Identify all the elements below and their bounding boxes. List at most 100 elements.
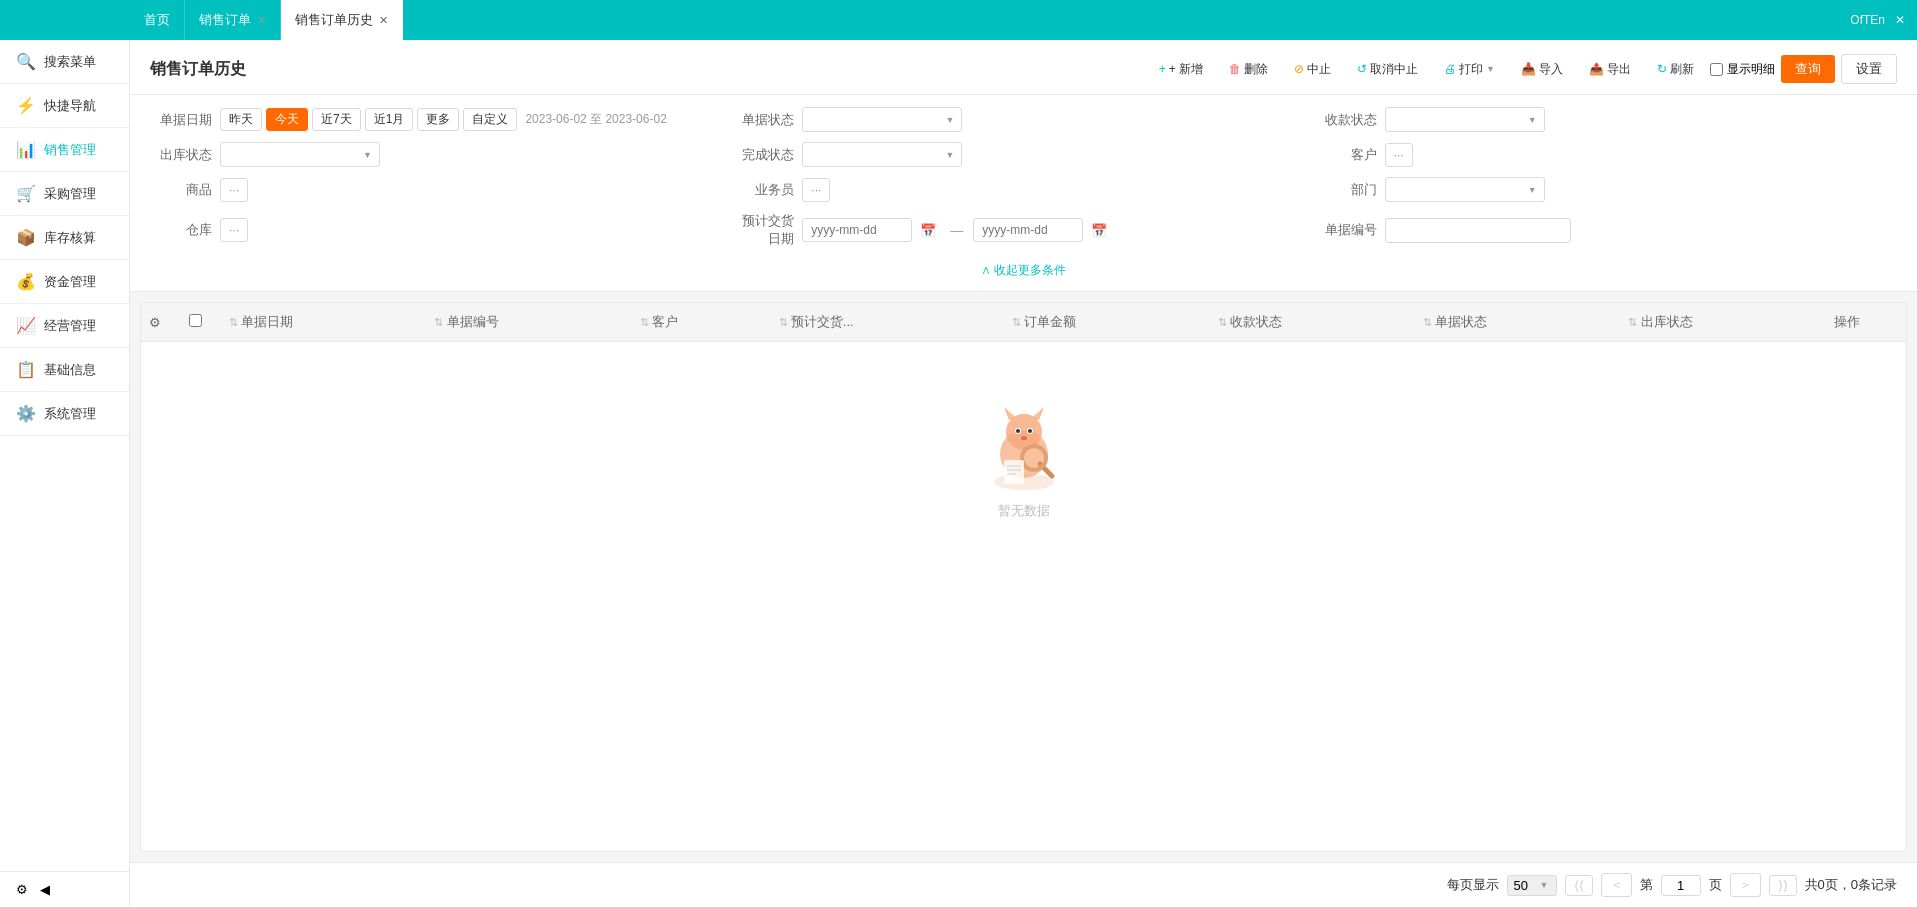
filter-warehouse-cell: 仓库 ··· bbox=[150, 218, 732, 242]
page-label-2: 页 bbox=[1709, 876, 1722, 894]
department-select[interactable] bbox=[1385, 177, 1545, 202]
first-page-btn[interactable]: ⟨⟨ bbox=[1565, 875, 1593, 896]
query-button[interactable]: 查询 bbox=[1781, 55, 1835, 83]
sidebar-item-inventory[interactable]: 📦 库存核算 bbox=[0, 216, 129, 260]
svg-point-9 bbox=[1016, 429, 1020, 433]
stop-button[interactable]: ⊘ 中止 bbox=[1284, 56, 1341, 83]
customer-label: 客户 bbox=[1315, 146, 1385, 164]
order-status-select[interactable] bbox=[802, 107, 962, 132]
complete-status-control bbox=[802, 142, 1314, 167]
select-all-checkbox[interactable] bbox=[189, 314, 202, 327]
gear-icon: ⚙️ bbox=[16, 404, 36, 423]
sidebar-item-sys-mgmt[interactable]: ⚙️ 系统管理 bbox=[0, 392, 129, 436]
goods-ellipsis-btn[interactable]: ··· bbox=[220, 178, 248, 202]
tab-home-label: 首页 bbox=[144, 11, 170, 29]
sidebar-item-basic-info[interactable]: 📋 基础信息 bbox=[0, 348, 129, 392]
filter-order-number-cell: 单据编号 bbox=[1315, 218, 1897, 243]
delivery-date-to[interactable] bbox=[973, 218, 1083, 242]
outbound-status-select[interactable] bbox=[220, 142, 380, 167]
tab-sales-order-history[interactable]: 销售订单历史 ✕ bbox=[281, 0, 403, 40]
tab-sales-order[interactable]: 销售订单 ✕ bbox=[185, 0, 281, 40]
th-order-date[interactable]: 单据日期 bbox=[221, 303, 426, 342]
filter-row-3: 商品 ··· 业务员 ··· 部门 bbox=[150, 177, 1897, 202]
total-info: 共0页，0条记录 bbox=[1805, 876, 1897, 894]
sidebar-item-sales-mgmt[interactable]: 📊 销售管理 bbox=[0, 128, 129, 172]
sidebar-item-operations[interactable]: 📈 经营管理 bbox=[0, 304, 129, 348]
delivery-date-from[interactable] bbox=[802, 218, 912, 242]
th-customer[interactable]: 客户 bbox=[632, 303, 771, 342]
page-size-select[interactable]: 50 10 20 100 bbox=[1507, 875, 1557, 896]
th-order-number[interactable]: 单据编号 bbox=[426, 303, 631, 342]
order-number-input[interactable] bbox=[1385, 218, 1571, 243]
sidebar-label-search-menu: 搜索菜单 bbox=[44, 53, 96, 71]
query-label: 查询 bbox=[1795, 61, 1821, 76]
date-btn-yesterday[interactable]: 昨天 bbox=[220, 108, 262, 131]
salesperson-ellipsis-btn[interactable]: ··· bbox=[802, 178, 830, 202]
calendar-to-icon[interactable]: 📅 bbox=[1091, 223, 1107, 238]
import-button[interactable]: 📥 导入 bbox=[1511, 56, 1573, 83]
empty-text: 暂无数据 bbox=[998, 502, 1050, 520]
date-dash: — bbox=[950, 223, 963, 238]
receipt-status-select[interactable] bbox=[1385, 107, 1545, 132]
top-bar-brand: OfTEn bbox=[1850, 13, 1885, 27]
table-area: ⚙ 单据日期 单据编号 客户 bbox=[140, 302, 1907, 852]
goods-label: 商品 bbox=[150, 181, 220, 199]
filter-complete-cell: 完成状态 bbox=[732, 142, 1314, 167]
outbound-status-label: 出库状态 bbox=[150, 146, 220, 164]
settings-button[interactable]: 设置 bbox=[1841, 54, 1897, 84]
th-ops: 操作 bbox=[1826, 303, 1906, 342]
date-btn-today[interactable]: 今天 bbox=[266, 108, 308, 131]
calendar-from-icon[interactable]: 📅 bbox=[920, 223, 936, 238]
warehouse-control: ··· bbox=[220, 218, 732, 242]
collapse-row[interactable]: ∧ 收起更多条件 bbox=[150, 258, 1897, 279]
filter-customer-cell: 客户 ··· bbox=[1315, 143, 1897, 167]
tab-sales-order-close[interactable]: ✕ bbox=[257, 14, 266, 27]
sidebar-item-purchase-mgmt[interactable]: 🛒 采购管理 bbox=[0, 172, 129, 216]
new-button[interactable]: + + 新增 bbox=[1149, 56, 1213, 83]
date-btn-custom[interactable]: 自定义 bbox=[463, 108, 517, 131]
th-outbound-status[interactable]: 出库状态 bbox=[1620, 303, 1826, 342]
next-page-btn[interactable]: ＞ bbox=[1730, 873, 1761, 897]
date-btn-1month[interactable]: 近1月 bbox=[365, 108, 414, 131]
th-expected-delivery[interactable]: 预计交货... bbox=[771, 303, 1004, 342]
refresh-button[interactable]: ↻ 刷新 bbox=[1647, 56, 1704, 83]
tab-sales-order-label: 销售订单 bbox=[199, 11, 251, 29]
cancel-stop-button[interactable]: ↺ 取消中止 bbox=[1347, 56, 1428, 83]
sidebar-item-quick-nav[interactable]: ⚡ 快捷导航 bbox=[0, 84, 129, 128]
main-layout: 🔍 搜索菜单 ⚡ 快捷导航 📊 销售管理 🛒 采购管理 📦 库存核算 💰 资金管… bbox=[0, 40, 1917, 907]
print-button[interactable]: 🖨 打印 ▼ bbox=[1434, 56, 1505, 83]
last-page-btn[interactable]: ⟩⟩ bbox=[1769, 875, 1797, 896]
show-detail-checkbox[interactable] bbox=[1710, 63, 1723, 76]
money-icon: 💰 bbox=[16, 272, 36, 291]
page-number-input[interactable] bbox=[1661, 875, 1701, 896]
warehouse-ellipsis-btn[interactable]: ··· bbox=[220, 218, 248, 242]
export-icon: 📤 bbox=[1589, 62, 1604, 76]
prev-page-btn[interactable]: ＜ bbox=[1601, 873, 1632, 897]
sidebar-collapse-icon[interactable]: ◀ bbox=[40, 882, 50, 897]
sidebar-item-finance[interactable]: 💰 资金管理 bbox=[0, 260, 129, 304]
tab-sales-order-history-close[interactable]: ✕ bbox=[379, 14, 388, 27]
th-order-amount[interactable]: 订单金额 bbox=[1004, 303, 1209, 342]
complete-status-select[interactable] bbox=[802, 142, 962, 167]
filter-delivery-cell: 预计交货日期 📅 — 📅 bbox=[732, 212, 1314, 248]
sidebar-item-search-menu[interactable]: 🔍 搜索菜单 bbox=[0, 40, 129, 84]
department-control bbox=[1385, 177, 1897, 202]
customer-ellipsis-btn[interactable]: ··· bbox=[1385, 143, 1413, 167]
th-receipt-status[interactable]: 收款状态 bbox=[1210, 303, 1415, 342]
date-btn-more[interactable]: 更多 bbox=[417, 108, 459, 131]
settings-gear-icon[interactable]: ⚙ bbox=[149, 315, 161, 330]
box-icon: 📦 bbox=[16, 228, 36, 247]
sidebar-label-sys-mgmt: 系统管理 bbox=[44, 405, 96, 423]
empty-cell: 暂无数据 bbox=[141, 342, 1906, 581]
sidebar-settings-icon[interactable]: ⚙ bbox=[16, 882, 28, 897]
tab-home[interactable]: 首页 bbox=[130, 0, 185, 40]
th-settings[interactable]: ⚙ bbox=[141, 303, 181, 342]
table-header-row: ⚙ 单据日期 单据编号 客户 bbox=[141, 303, 1906, 342]
date-btn-7days[interactable]: 近7天 bbox=[312, 108, 361, 131]
delete-button[interactable]: 🗑 删除 bbox=[1219, 56, 1278, 83]
main-content: 销售订单历史 + + 新增 🗑 删除 ⊘ 中止 ↺ 取消中止 bbox=[130, 40, 1917, 907]
th-order-date-label: 单据日期 bbox=[241, 314, 293, 329]
th-order-status[interactable]: 单据状态 bbox=[1415, 303, 1620, 342]
close-window-icon[interactable]: ✕ bbox=[1895, 13, 1905, 27]
export-button[interactable]: 📤 导出 bbox=[1579, 56, 1641, 83]
